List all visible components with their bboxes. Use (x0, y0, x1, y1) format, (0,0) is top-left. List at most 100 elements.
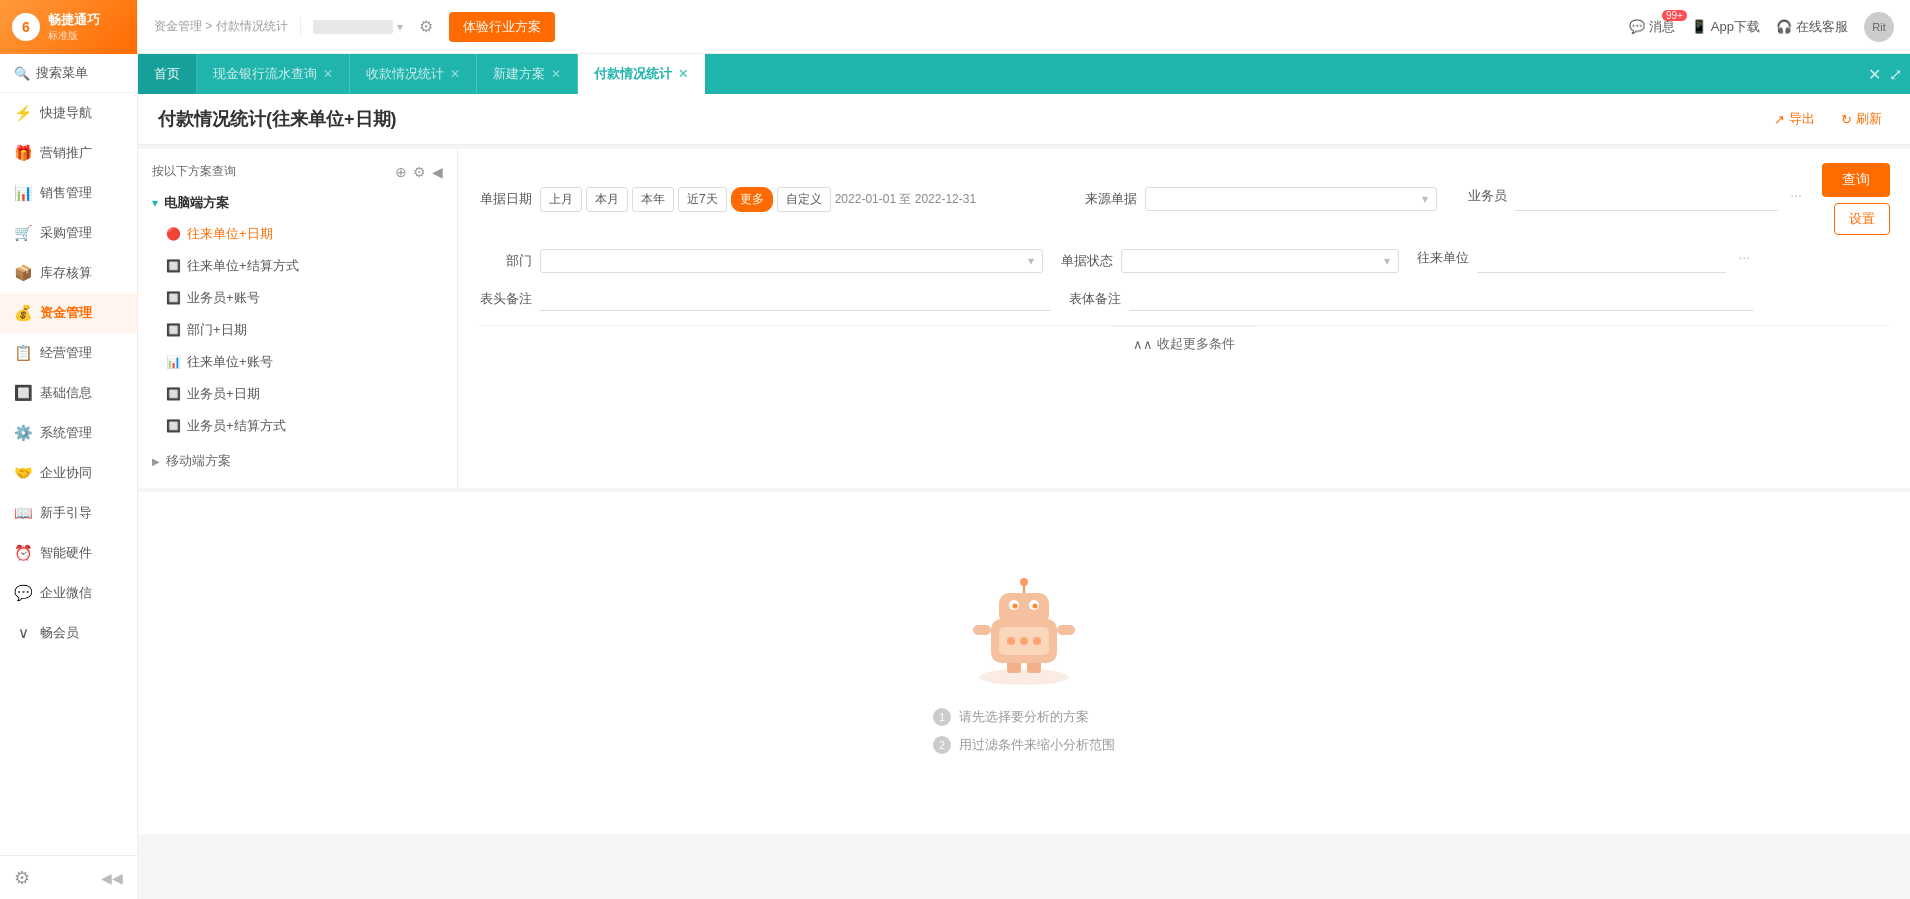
sidebar-item-basic[interactable]: 🔲 基础信息 (0, 373, 137, 413)
last-7-days-btn[interactable]: 近7天 (678, 187, 727, 212)
sidebar-item-operation[interactable]: 📋 经营管理 (0, 333, 137, 373)
scheme-icon-partner-account: 📊 (166, 355, 181, 369)
scheme-item-staff-date[interactable]: 🔲 业务员+日期 (138, 378, 457, 410)
tab-label-new-scheme: 新建方案 (493, 65, 545, 83)
sidebar-item-hardware[interactable]: ⏰ 智能硬件 (0, 533, 137, 573)
source-select[interactable]: ▾ (1145, 187, 1436, 211)
export-button[interactable]: ↗ 导出 (1766, 106, 1823, 132)
nav-icon-operation: 📋 (14, 344, 32, 362)
sidebar-item-finance[interactable]: 💰 资金管理 (0, 293, 137, 333)
refresh-button[interactable]: ↻ 刷新 (1833, 106, 1890, 132)
collapse-scheme-icon[interactable]: ◀ (432, 164, 443, 180)
tab-close-new-scheme[interactable]: ✕ (551, 67, 561, 81)
sidebar-item-marketing[interactable]: 🎁 营销推广 (0, 133, 137, 173)
tab-receipt[interactable]: 收款情况统计✕ (350, 54, 477, 94)
date-range-display: 2022-01-01 至 2022-12-31 (835, 191, 976, 208)
sidebar-item-member[interactable]: ∨ 畅会员 (0, 613, 137, 653)
query-button[interactable]: 查询 (1822, 163, 1890, 197)
filter-field-staff: 业务员 ··· (1453, 187, 1806, 211)
settings-scheme-icon[interactable]: ⚙ (413, 164, 426, 180)
sidebar-item-sales[interactable]: 📊 销售管理 (0, 173, 137, 213)
tab-new-scheme[interactable]: 新建方案 ✕ (477, 54, 578, 94)
scheme-group-mobile-header[interactable]: ▶ 移动端方案 (138, 446, 457, 476)
svg-point-10 (1020, 578, 1028, 586)
tab-close-bank[interactable]: ✕ (323, 67, 333, 81)
app-download-button[interactable]: 📱 App下载 (1691, 18, 1760, 36)
nav-label-quick-nav: 快捷导航 (40, 104, 92, 122)
nav-icon-enterprise: 🤝 (14, 464, 32, 482)
this-month-btn[interactable]: 本月 (586, 187, 628, 212)
scheme-item-staff-settlement[interactable]: 🔲 业务员+结算方式 (138, 410, 457, 442)
scheme-group-pc-header[interactable]: ▾ 电脑端方案 (138, 188, 457, 218)
logo-icon: 6 (12, 13, 40, 41)
sidebar-item-quick-nav[interactable]: ⚡ 快捷导航 (0, 93, 137, 133)
chevron-down-icon: ▾ (1422, 192, 1428, 206)
nav-label-finance: 资金管理 (40, 304, 92, 322)
scheme-item-partner-settlement[interactable]: 🔲 往来单位+结算方式 (138, 250, 457, 282)
topbar-dropdown-text (313, 20, 393, 34)
sidebar-item-inventory[interactable]: 📦 库存核算 (0, 253, 137, 293)
topbar-divider (300, 17, 301, 37)
empty-state-container: 1 请先选择要分析的方案 2 用过滤条件来缩小分析范围 (138, 492, 1910, 834)
topbar-dropdown[interactable]: ▾ (313, 20, 403, 34)
nav-icon-hardware: ⏰ (14, 544, 32, 562)
page-actions: ↗ 导出 ↻ 刷新 (1766, 106, 1890, 132)
nav-icon-finance: 💰 (14, 304, 32, 322)
scheme-label-staff-account: 业务员+账号 (187, 289, 260, 307)
tab-close-payment[interactable]: ✕ (678, 67, 688, 81)
empty-illustration (954, 572, 1094, 692)
messages-button[interactable]: 💬 消息 99+ (1629, 18, 1675, 36)
scheme-item-staff-account[interactable]: 🔲 业务员+账号 (138, 282, 457, 314)
gear-icon[interactable]: ⚙ (419, 17, 433, 36)
chevron-up-icon: ∧∧ (1133, 337, 1153, 352)
nav-label-purchase: 采购管理 (40, 224, 92, 242)
sidebar-item-system[interactable]: ⚙️ 系统管理 (0, 413, 137, 453)
last-month-btn[interactable]: 上月 (540, 187, 582, 212)
tab-bank[interactable]: 现金银行流水查询 ✕ (197, 54, 350, 94)
tab-close-receipt[interactable]: ✕ (450, 67, 460, 81)
close-all-icon[interactable]: ✕ (1868, 65, 1881, 84)
staff-dots-icon[interactable]: ··· (1786, 187, 1806, 203)
tab-home[interactable]: 首页 (138, 54, 197, 94)
filter-settings-button[interactable]: 设置 (1834, 203, 1890, 235)
more-dates-btn[interactable]: 更多 (731, 187, 773, 212)
avatar[interactable]: Rit (1864, 12, 1894, 42)
tab-label-bank: 现金银行流水查询 (213, 65, 317, 83)
sidebar-item-wechat[interactable]: 💬 企业微信 (0, 573, 137, 613)
settings-footer-icon[interactable]: ⚙ (14, 867, 30, 889)
nav-icon-quick-nav: ⚡ (14, 104, 32, 122)
filter-row-2: 部门 ▾ 单据状态 ▾ (478, 249, 1890, 273)
chevron-down-icon: ▾ (397, 20, 403, 34)
header-note-input[interactable] (540, 287, 1051, 311)
scheme-icon-dept-date: 🔲 (166, 323, 181, 337)
collapse-more-btn[interactable]: ∧∧ 收起更多条件 (1113, 326, 1255, 361)
scheme-item-partner-date[interactable]: 🔴 往来单位+日期 (138, 218, 457, 250)
sidebar-item-guide[interactable]: 📖 新手引导 (0, 493, 137, 533)
custom-date-btn[interactable]: 自定义 (777, 187, 831, 212)
scheme-item-dept-date[interactable]: 🔲 部门+日期 (138, 314, 457, 346)
sidebar-item-enterprise[interactable]: 🤝 企业协同 (0, 453, 137, 493)
empty-hint-1: 1 请先选择要分析的方案 (933, 708, 1115, 726)
messages-badge: 99+ (1662, 10, 1687, 21)
search-menu[interactable]: 🔍 搜索菜单 (0, 54, 137, 93)
scheme-item-partner-account[interactable]: 📊 往来单位+账号 (138, 346, 457, 378)
sidebar: 6 畅捷通巧 标准版 🔍 搜索菜单 ⚡ 快捷导航🎁 营销推广📊 销售管理🛒 采购… (0, 0, 138, 899)
partner-dots-icon[interactable]: ··· (1734, 249, 1754, 265)
this-year-btn[interactable]: 本年 (632, 187, 674, 212)
empty-hints: 1 请先选择要分析的方案 2 用过滤条件来缩小分析范围 (933, 708, 1115, 754)
body-note-input[interactable] (1129, 287, 1754, 311)
collapse-sidebar-icon[interactable]: ◀◀ (101, 870, 123, 886)
trial-button[interactable]: 体验行业方案 (449, 12, 555, 42)
expand-icon[interactable]: ⤢ (1889, 65, 1902, 84)
add-scheme-icon[interactable]: ⊕ (395, 164, 407, 180)
nav-label-hardware: 智能硬件 (40, 544, 92, 562)
status-select[interactable]: ▾ (1121, 249, 1398, 273)
online-service-button[interactable]: 🎧 在线客服 (1776, 18, 1848, 36)
scheme-panel-title: 按以下方案查询 (152, 163, 236, 180)
sidebar-item-purchase[interactable]: 🛒 采购管理 (0, 213, 137, 253)
scheme-group-mobile-label: 移动端方案 (166, 452, 231, 470)
nav-icon-inventory: 📦 (14, 264, 32, 282)
dept-select[interactable]: ▾ (540, 249, 1043, 273)
svg-point-6 (1020, 637, 1028, 645)
tab-payment[interactable]: 付款情况统计✕ (578, 54, 705, 94)
